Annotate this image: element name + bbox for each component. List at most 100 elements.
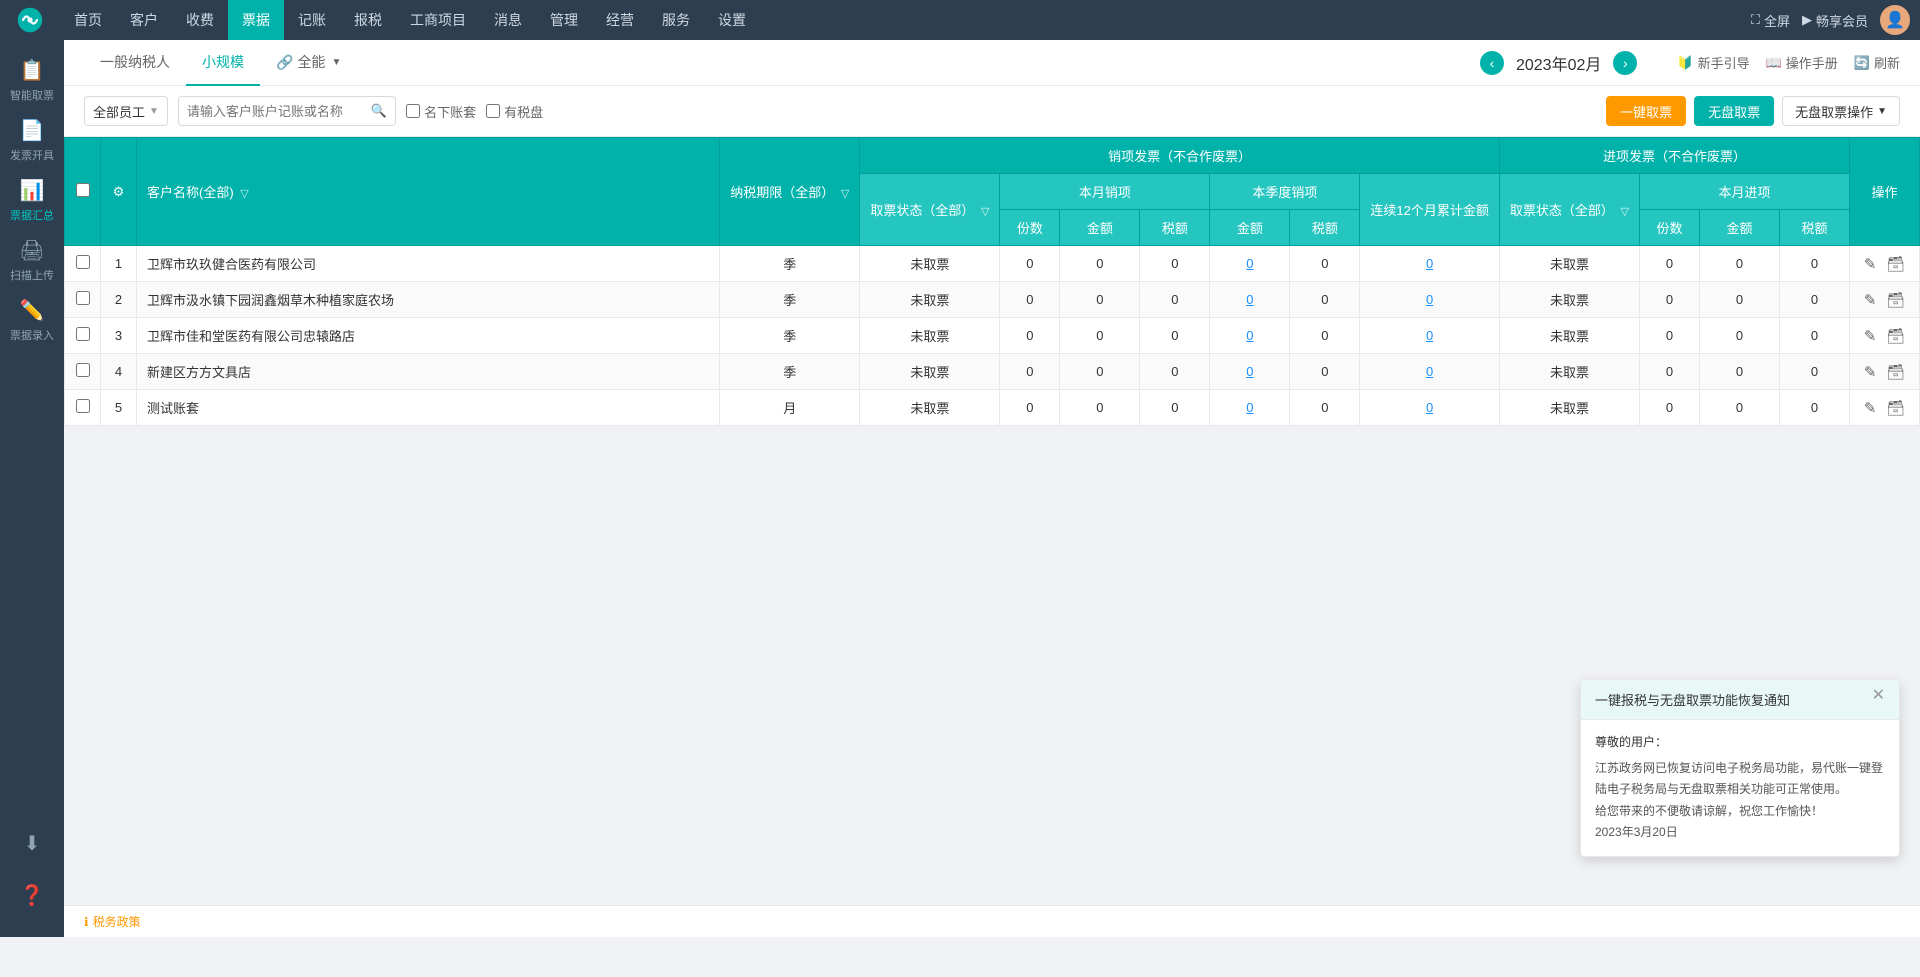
sidebar-item-invoice-issue[interactable]: 📄 发票开具 xyxy=(0,110,64,170)
logo[interactable] xyxy=(10,0,50,40)
nav-home[interactable]: 首页 xyxy=(60,0,116,40)
invoice-table-container: ⚙ 客户名称(全部) ▽ 纳税期限（全部） ▽ 销项发票（不合作废票） 进项发票… xyxy=(64,137,1920,426)
table-row: 2 卫辉市汲水镇下园润鑫烟草木种植家庭农场 季 未取票 0 0 0 0 0 0 … xyxy=(65,282,1920,318)
invoice-summary-icon: 📊 xyxy=(20,178,45,203)
nav-settings[interactable]: 设置 xyxy=(704,0,760,40)
client-name-filter-icon[interactable]: ▽ xyxy=(240,188,248,200)
detail-icon[interactable]: 🗃 xyxy=(1886,256,1905,273)
row-p-month-tax: 0 xyxy=(1780,318,1850,354)
nav-bookkeeping[interactable]: 记账 xyxy=(284,0,340,40)
nav-tax[interactable]: 报税 xyxy=(340,0,396,40)
settings-icon[interactable]: ⚙ xyxy=(113,184,125,199)
user-avatar[interactable]: 👤 xyxy=(1880,5,1910,35)
one-click-ticket-button[interactable]: 一键取票 xyxy=(1606,96,1686,126)
nav-invoice[interactable]: 票据 xyxy=(228,0,284,40)
notification-header: 一键报税与无盘取票功能恢复通知 ✕ xyxy=(1581,680,1899,720)
tab-all-capable[interactable]: 🔗 全能 ▼ xyxy=(260,40,357,86)
row-checkbox[interactable] xyxy=(76,327,90,341)
nav-fee[interactable]: 收费 xyxy=(172,0,228,40)
detail-icon[interactable]: 🗃 xyxy=(1886,400,1905,417)
row-purchase-status: 未取票 xyxy=(1499,282,1639,318)
row-sales-status: 未取票 xyxy=(860,354,1000,390)
row-checkbox[interactable] xyxy=(76,255,90,269)
sidebar-help-button[interactable]: ❓ xyxy=(0,873,64,917)
notification-close-button[interactable]: ✕ xyxy=(1872,688,1885,704)
period-next-button[interactable]: › xyxy=(1613,51,1637,75)
row-actions: ✎ 🗃 xyxy=(1850,282,1920,318)
tab-small-scale[interactable]: 小规模 xyxy=(186,40,260,86)
search-icon[interactable]: 🔍 xyxy=(371,103,387,119)
tax-disk-checkbox[interactable] xyxy=(486,104,500,118)
tax-policy-link[interactable]: ℹ 税务政策 xyxy=(84,913,141,930)
tax-period-filter-icon[interactable]: ▽ xyxy=(841,188,849,200)
toolbar: 全部员工 ▼ 🔍 名下账套 有税盘 一键取票 无盘取票 无盘取票操作 ▼ xyxy=(64,86,1920,137)
guide-button[interactable]: 🔰 新手引导 xyxy=(1677,53,1749,72)
row-checkbox[interactable] xyxy=(76,363,90,377)
row-s-month-amount: 0 xyxy=(1060,318,1140,354)
row-s-month-tax: 0 xyxy=(1140,354,1210,390)
fullscreen-button[interactable]: ⛶ 全屏 xyxy=(1751,11,1790,30)
edit-icon[interactable]: ✎ xyxy=(1864,364,1877,381)
nav-manage[interactable]: 管理 xyxy=(536,0,592,40)
row-period: 季 xyxy=(720,318,860,354)
notification-body: 尊敬的用户： 江苏政务网已恢复访问电子税务局功能，易代账一键登陆电子税务局与无盘… xyxy=(1581,720,1899,856)
tab-general-taxpayer[interactable]: 一般纳税人 xyxy=(84,40,186,86)
row-s-quarter-amount: 0 xyxy=(1210,282,1290,318)
row-index-cell: 2 xyxy=(101,282,137,318)
select-all-checkbox[interactable] xyxy=(76,183,90,197)
sidebar-item-scan-upload[interactable]: 🖨 扫描上传 xyxy=(0,230,64,290)
nav-business[interactable]: 工商项目 xyxy=(396,0,480,40)
refresh-button[interactable]: 🔄 刷新 xyxy=(1854,53,1900,72)
tax-disk-checkbox-label[interactable]: 有税盘 xyxy=(486,102,543,121)
no-disk-ticket-button[interactable]: 无盘取票 xyxy=(1694,96,1774,126)
row-checkbox[interactable] xyxy=(76,291,90,305)
my-accounts-checkbox[interactable] xyxy=(406,104,420,118)
nav-service[interactable]: 服务 xyxy=(648,0,704,40)
detail-icon[interactable]: 🗃 xyxy=(1886,292,1905,309)
sidebar-item-invoice-summary[interactable]: 📊 票据汇总 xyxy=(0,170,64,230)
th-s-month-count: 份数 xyxy=(1000,210,1060,246)
row-s-quarter-amount: 0 xyxy=(1210,318,1290,354)
th-s-month-tax: 税额 xyxy=(1140,210,1210,246)
my-accounts-checkbox-label[interactable]: 名下账套 xyxy=(406,102,476,121)
edit-icon[interactable]: ✎ xyxy=(1864,328,1877,345)
row-checkbox[interactable] xyxy=(76,399,90,413)
no-disk-ops-button[interactable]: 无盘取票操作 ▼ xyxy=(1782,96,1900,126)
nav-message[interactable]: 消息 xyxy=(480,0,536,40)
purchase-status-filter-icon[interactable]: ▽ xyxy=(1621,206,1629,218)
client-search-input[interactable] xyxy=(187,104,367,119)
row-p-month-tax: 0 xyxy=(1780,246,1850,282)
row-s-quarter-amount: 0 xyxy=(1210,246,1290,282)
row-s-month-amount: 0 xyxy=(1060,282,1140,318)
employee-filter-select[interactable]: 全部员工 ▼ xyxy=(84,96,168,126)
detail-icon[interactable]: 🗃 xyxy=(1886,328,1905,345)
sidebar-item-invoice-entry[interactable]: ✏️ 票据录入 xyxy=(0,290,64,350)
sidebar-download-button[interactable]: ⬇ xyxy=(0,821,64,865)
th-client-name: 客户名称(全部) ▽ xyxy=(137,138,720,246)
edit-icon[interactable]: ✎ xyxy=(1864,256,1877,273)
detail-icon[interactable]: 🗃 xyxy=(1886,364,1905,381)
sidebar-item-smart-ticket[interactable]: 📋 智能取票 xyxy=(0,50,64,110)
row-p-month-amount: 0 xyxy=(1700,282,1780,318)
row-index-cell: 1 xyxy=(101,246,137,282)
row-period: 季 xyxy=(720,282,860,318)
row-sales-status: 未取票 xyxy=(860,318,1000,354)
sales-status-filter-icon[interactable]: ▽ xyxy=(981,206,989,218)
row-p-month-amount: 0 xyxy=(1700,246,1780,282)
row-s-quarter-tax: 0 xyxy=(1290,354,1360,390)
manual-button[interactable]: 📖 操作手册 xyxy=(1766,53,1838,72)
period-prev-button[interactable]: ‹ xyxy=(1480,51,1504,75)
row-client-name: 卫辉市佳和堂医药有限公司忠辕路店 xyxy=(137,318,720,354)
row-p-month-count: 0 xyxy=(1640,246,1700,282)
row-checkbox-cell xyxy=(65,390,101,426)
row-checkbox-cell xyxy=(65,318,101,354)
row-actions: ✎ 🗃 xyxy=(1850,318,1920,354)
notification-date: 2023年3月20日 xyxy=(1595,822,1885,844)
nav-operation[interactable]: 经营 xyxy=(592,0,648,40)
th-cumul12: 连续12个月累计金额 xyxy=(1360,174,1499,246)
table-row: 3 卫辉市佳和堂医药有限公司忠辕路店 季 未取票 0 0 0 0 0 0 未取票… xyxy=(65,318,1920,354)
nav-client[interactable]: 客户 xyxy=(116,0,172,40)
member-button[interactable]: ▶ 畅享会员 xyxy=(1802,11,1868,30)
edit-icon[interactable]: ✎ xyxy=(1864,292,1877,309)
edit-icon[interactable]: ✎ xyxy=(1864,400,1877,417)
